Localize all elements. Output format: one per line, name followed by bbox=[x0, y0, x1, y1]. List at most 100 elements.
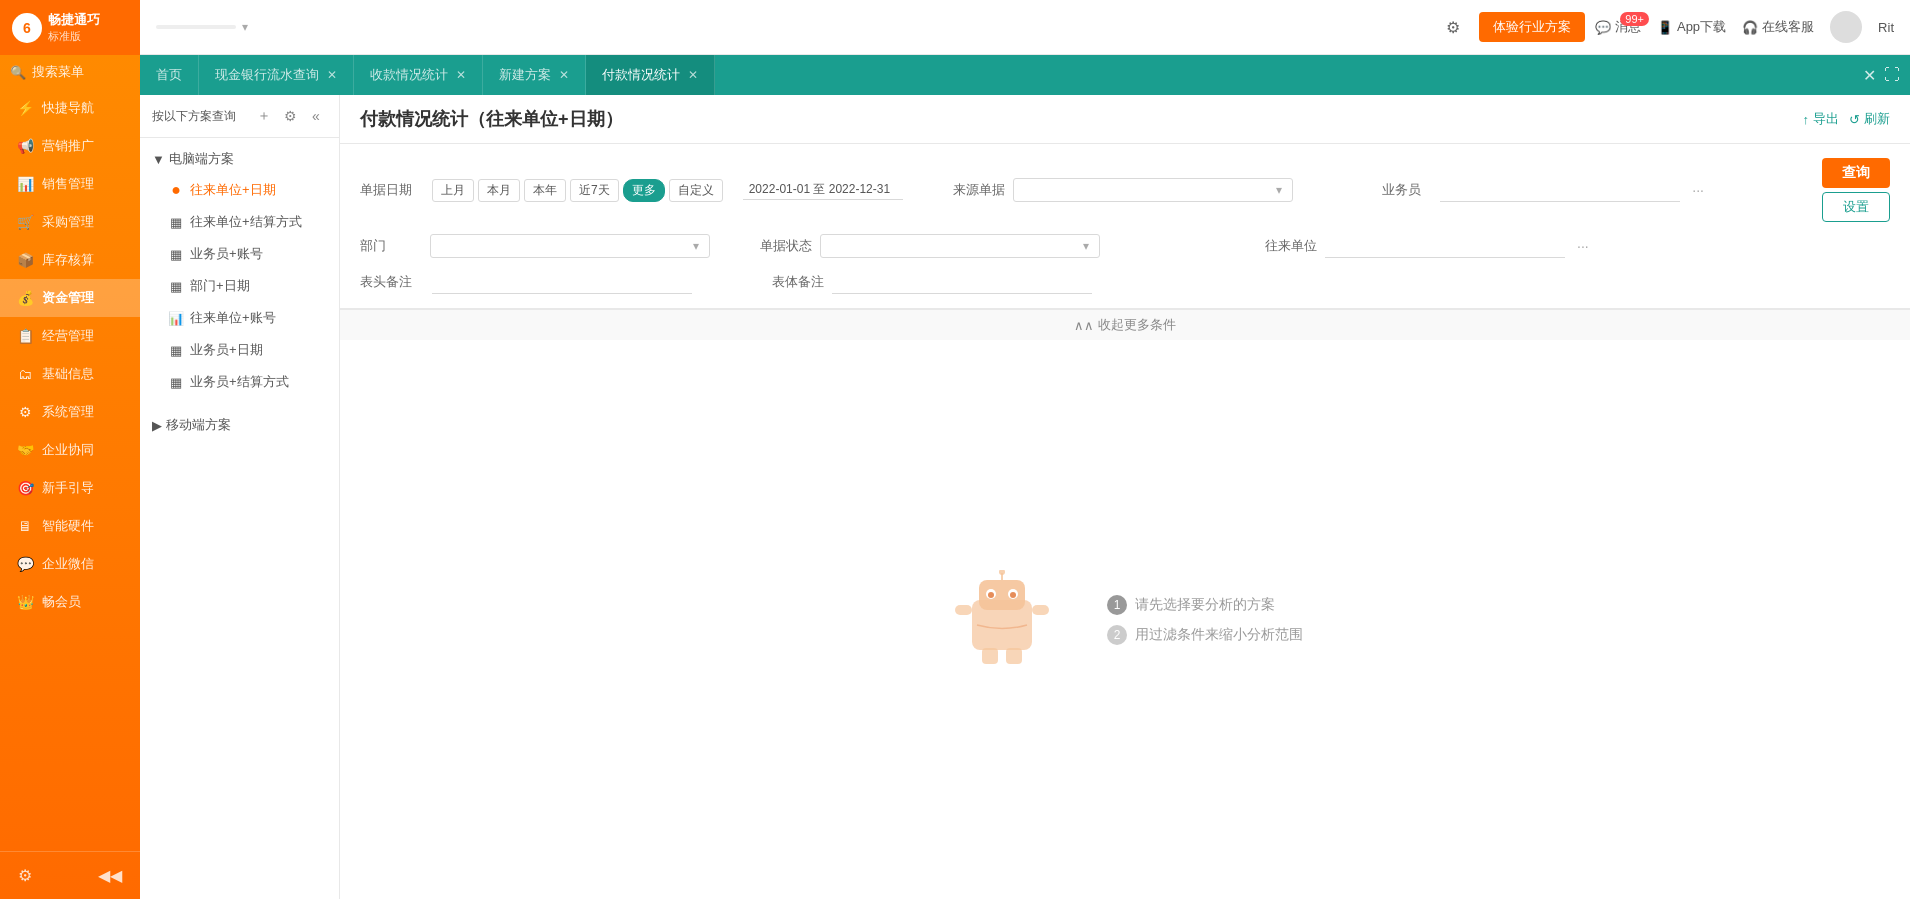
tab-close-payment-stats[interactable]: ✕ bbox=[688, 68, 698, 82]
tab-expand-btn[interactable]: ⛶ bbox=[1884, 66, 1900, 84]
source-doc-select[interactable]: ▾ bbox=[1013, 178, 1293, 202]
date-btn-custom[interactable]: 自定义 bbox=[669, 179, 723, 202]
dept-arrow: ▾ bbox=[693, 239, 699, 253]
empty-step-1: 1 请先选择要分析的方案 bbox=[1107, 595, 1303, 615]
online-service-btn[interactable]: 🎧 在线客服 bbox=[1742, 18, 1814, 36]
tab-collection-stats[interactable]: 收款情况统计 ✕ bbox=[354, 55, 483, 95]
mobile-section-header[interactable]: ▶ 移动端方案 bbox=[140, 410, 339, 440]
trial-btn[interactable]: 体验行业方案 bbox=[1479, 12, 1585, 42]
date-btn-last-month[interactable]: 上月 bbox=[432, 179, 474, 202]
salesman-dots[interactable]: ··· bbox=[1692, 182, 1704, 198]
scheme-item-salesman-account[interactable]: ▦ 业务员+账号 bbox=[140, 238, 339, 270]
tab-new-scheme[interactable]: 新建方案 ✕ bbox=[483, 55, 586, 95]
app-download-btn[interactable]: 📱 App下载 bbox=[1657, 18, 1726, 36]
sidebar-item-label: 系统管理 bbox=[42, 403, 94, 421]
dept-label: 部门 bbox=[360, 237, 410, 255]
scheme-item-salesman-date[interactable]: ▦ 业务员+日期 bbox=[140, 334, 339, 366]
sidebar-item-system[interactable]: ⚙ 系统管理 bbox=[0, 393, 140, 431]
page-title: 付款情况统计（往来单位+日期） bbox=[360, 107, 623, 131]
tab-payment-stats[interactable]: 付款情况统计 ✕ bbox=[586, 55, 715, 95]
sidebar-item-basic-info[interactable]: 🗂 基础信息 bbox=[0, 355, 140, 393]
tab-close-bank-flow[interactable]: ✕ bbox=[327, 68, 337, 82]
sidebar-item-wechat[interactable]: 💬 企业微信 bbox=[0, 545, 140, 583]
sidebar-item-label: 库存核算 bbox=[42, 251, 94, 269]
doc-status-select[interactable]: ▾ bbox=[820, 234, 1100, 258]
notifications-btn[interactable]: 💬 消息 99+ bbox=[1595, 18, 1641, 36]
sidebar-item-operations[interactable]: 📋 经营管理 bbox=[0, 317, 140, 355]
refresh-btn[interactable]: ↺ 刷新 bbox=[1849, 110, 1890, 128]
sidebar-item-member[interactable]: 👑 畅会员 bbox=[0, 583, 140, 621]
date-btn-7days[interactable]: 近7天 bbox=[570, 179, 619, 202]
header-settings-icon[interactable]: ⚙ bbox=[1437, 11, 1469, 43]
logo-icon: 6 bbox=[12, 13, 42, 43]
table-header-note-input[interactable] bbox=[432, 270, 692, 294]
date-btn-more[interactable]: 更多 bbox=[623, 179, 665, 202]
search-icon: 🔍 bbox=[10, 65, 26, 80]
salesman-settlement-icon: ▦ bbox=[168, 374, 184, 390]
scheme-item-salesman-settlement[interactable]: ▦ 业务员+结算方式 bbox=[140, 366, 339, 398]
desktop-section-header[interactable]: ▼ 电脑端方案 bbox=[140, 144, 339, 174]
counterpart-account-icon: 📊 bbox=[168, 310, 184, 326]
counterpart-input[interactable] bbox=[1325, 234, 1565, 258]
date-buttons: 上月 本月 本年 近7天 更多 自定义 bbox=[432, 179, 723, 202]
date-range-input[interactable] bbox=[743, 181, 903, 200]
tab-close-collection-stats[interactable]: ✕ bbox=[456, 68, 466, 82]
app-icon: 📱 bbox=[1657, 20, 1673, 35]
user-avatar[interactable] bbox=[1830, 11, 1862, 43]
tab-close-all-btn[interactable]: ✕ bbox=[1863, 66, 1876, 85]
salesman-label: 业务员 bbox=[1382, 181, 1432, 199]
scheme-item-label: 业务员+结算方式 bbox=[190, 373, 289, 391]
scheme-item-counterpart-date[interactable]: ● 往来单位+日期 bbox=[140, 174, 339, 206]
sidebar-item-marketing[interactable]: 📢 营销推广 bbox=[0, 127, 140, 165]
collection-stats-tab-label: 收款情况统计 bbox=[370, 66, 448, 84]
dept-select[interactable]: ▾ bbox=[430, 234, 710, 258]
sidebar-item-hardware[interactable]: 🖥 智能硬件 bbox=[0, 507, 140, 545]
tab-home[interactable]: 首页 bbox=[140, 55, 199, 95]
sidebar-nav: ⚡ 快捷导航 📢 营销推广 📊 销售管理 🛒 采购管理 📦 库存核算 💰 资金管… bbox=[0, 89, 140, 851]
dept-date-icon: ▦ bbox=[168, 278, 184, 294]
sidebar-item-label: 采购管理 bbox=[42, 213, 94, 231]
sidebar-item-sales[interactable]: 📊 销售管理 bbox=[0, 165, 140, 203]
doc-status-arrow: ▾ bbox=[1083, 239, 1089, 253]
page-title-bar: 付款情况统计（往来单位+日期） ↑ 导出 ↺ 刷新 bbox=[340, 95, 1910, 144]
sidebar-item-finance[interactable]: 💰 资金管理 bbox=[0, 279, 140, 317]
sidebar-item-purchase[interactable]: 🛒 采购管理 bbox=[0, 203, 140, 241]
breadcrumb-dropdown-icon[interactable]: ▾ bbox=[242, 20, 248, 34]
salesman-input[interactable] bbox=[1440, 178, 1680, 202]
top-header: ▾ ⚙ 体验行业方案 💬 消息 99+ 📱 App下载 🎧 在线客服 Rit bbox=[140, 0, 1910, 55]
tab-bank-flow[interactable]: 现金银行流水查询 ✕ bbox=[199, 55, 354, 95]
sidebar-item-guide[interactable]: 🎯 新手引导 bbox=[0, 469, 140, 507]
main-container: ▾ ⚙ 体验行业方案 💬 消息 99+ 📱 App下载 🎧 在线客服 Rit 首… bbox=[140, 0, 1910, 899]
table-body-note-input[interactable] bbox=[832, 270, 1092, 294]
sales-icon: 📊 bbox=[16, 175, 34, 193]
operations-icon: 📋 bbox=[16, 327, 34, 345]
query-btn[interactable]: 查询 bbox=[1822, 158, 1890, 188]
sidebar-item-inventory[interactable]: 📦 库存核算 bbox=[0, 241, 140, 279]
scheme-item-dept-date[interactable]: ▦ 部门+日期 bbox=[140, 270, 339, 302]
counterpart-dots[interactable]: ··· bbox=[1577, 238, 1589, 254]
scheme-settings-btn[interactable]: ⚙ bbox=[279, 105, 301, 127]
sidebar-item-label: 销售管理 bbox=[42, 175, 94, 193]
scheme-item-label: 部门+日期 bbox=[190, 277, 250, 295]
sidebar-settings-btn[interactable]: ⚙ bbox=[10, 862, 40, 889]
breadcrumb-text bbox=[156, 25, 236, 29]
date-btn-this-year[interactable]: 本年 bbox=[524, 179, 566, 202]
add-scheme-btn[interactable]: ＋ bbox=[253, 105, 275, 127]
export-btn[interactable]: ↑ 导出 bbox=[1803, 110, 1840, 128]
empty-step-2: 2 用过滤条件来缩小分析范围 bbox=[1107, 625, 1303, 645]
sidebar-item-quick-nav[interactable]: ⚡ 快捷导航 bbox=[0, 89, 140, 127]
tab-close-new-scheme[interactable]: ✕ bbox=[559, 68, 569, 82]
right-panel: 付款情况统计（往来单位+日期） ↑ 导出 ↺ 刷新 单据日期 bbox=[340, 95, 1910, 899]
step1-text: 请先选择要分析的方案 bbox=[1135, 596, 1275, 614]
scheme-item-counterpart-settlement[interactable]: ▦ 往来单位+结算方式 bbox=[140, 206, 339, 238]
scheme-item-counterpart-account[interactable]: 📊 往来单位+账号 bbox=[140, 302, 339, 334]
collapse-more-btn[interactable]: ∧∧ 收起更多条件 bbox=[340, 309, 1910, 340]
panel-collapse-btn[interactable]: « bbox=[305, 105, 327, 127]
date-btn-this-month[interactable]: 本月 bbox=[478, 179, 520, 202]
sidebar-search[interactable]: 🔍 搜索菜单 bbox=[0, 55, 140, 89]
filter-settings-btn[interactable]: 设置 bbox=[1822, 192, 1890, 222]
sidebar-collapse-btn[interactable]: ◀◀ bbox=[90, 862, 130, 889]
sidebar-bottom: ⚙ ◀◀ bbox=[0, 851, 140, 899]
sidebar-item-enterprise[interactable]: 🤝 企业协同 bbox=[0, 431, 140, 469]
mobile-section-label: 移动端方案 bbox=[166, 416, 231, 434]
